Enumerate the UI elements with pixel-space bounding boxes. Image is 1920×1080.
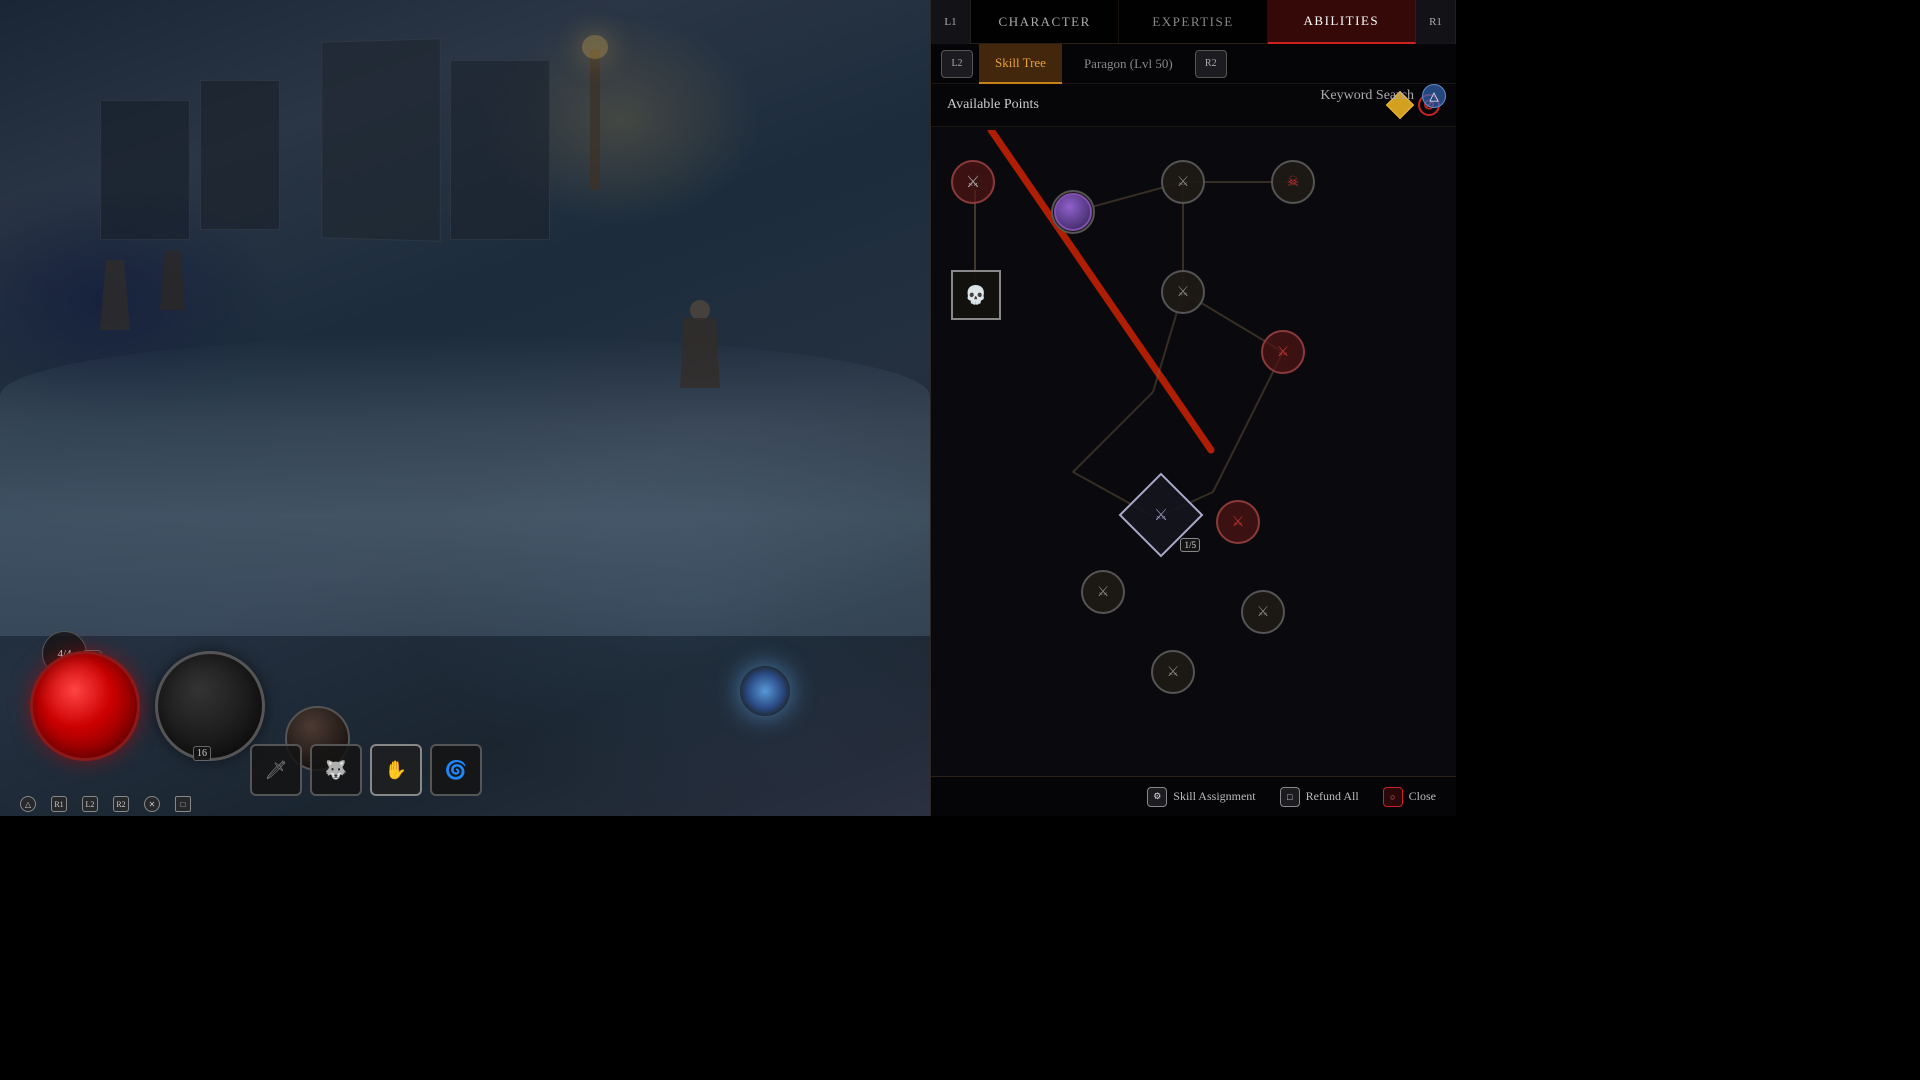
available-points-label: Available Points <box>947 97 1382 113</box>
top-nav: L1 CHARACTER EXPERTISE ABILITIES R1 <box>931 0 1456 44</box>
keyword-search-label: Keyword Search <box>1320 88 1414 104</box>
tab-character[interactable]: CHARACTER <box>971 0 1119 44</box>
sub-tab-paragon[interactable]: Paragon (Lvl 50) <box>1068 56 1189 72</box>
refund-all-btn: □ <box>1280 787 1300 807</box>
bottom-bar: ⚙ Skill Assignment □ Refund All ○ Close <box>931 776 1456 816</box>
node-1-icon: ⚔ <box>966 172 980 192</box>
skill-node-6[interactable]: ⚔ <box>1161 270 1205 314</box>
lamppost <box>590 50 600 190</box>
search-triangle-icon: △ <box>1429 89 1438 104</box>
sub-badge-l2: L2 <box>941 50 973 78</box>
refund-all-icon: □ <box>1287 792 1292 802</box>
right-panel: L1 CHARACTER EXPERTISE ABILITIES R1 L2 S… <box>930 0 1456 816</box>
npc-figure-1 <box>100 260 130 330</box>
sub-badge-r2: R2 <box>1195 50 1227 78</box>
skill-node-7[interactable]: ⚔ <box>1261 330 1305 374</box>
skill-slot-3[interactable]: ✋ <box>370 744 422 796</box>
skill-node-right-diamond[interactable]: ⚔ <box>1216 500 1260 544</box>
skill-slot-1[interactable]: 🗡 <box>250 744 302 796</box>
close-btn[interactable]: ○ <box>1383 787 1403 807</box>
node-below-right-icon: ⚔ <box>1257 604 1270 621</box>
nav-badge-l1: L1 <box>931 0 971 44</box>
node-6-icon: ⚔ <box>1177 284 1190 301</box>
button-prompts: △ R1 L2 R2 ✕ □ <box>0 792 580 816</box>
refund-all-label: Refund All <box>1306 789 1359 804</box>
node-below-left-icon: ⚔ <box>1097 584 1110 601</box>
keyword-search[interactable]: Keyword Search △ <box>1320 84 1446 108</box>
building-2 <box>200 80 280 230</box>
death-blow-node[interactable]: 💀 <box>951 270 1001 320</box>
player-character <box>670 300 730 400</box>
level-badge: 16 <box>193 746 211 761</box>
keyword-search-icon: △ <box>1422 84 1446 108</box>
skill-assignment-action[interactable]: ⚙ Skill Assignment <box>1147 787 1255 807</box>
skill-node-5[interactable]: ☠ <box>1271 160 1315 204</box>
skill-node-1[interactable]: ⚔ <box>951 160 995 204</box>
diamond-content: ⚔ <box>1154 505 1168 525</box>
skill-assignment-icon: ⚙ <box>1153 791 1161 802</box>
resource-orb <box>155 651 265 761</box>
game-world: 4/4 L1 16 🗡 🐺 ✋ 🌀 △ R1 L2 R2 ✕ □ <box>0 0 930 816</box>
node-4-icon: ⚔ <box>1177 174 1190 191</box>
building-4 <box>100 100 190 240</box>
skill-node-bottom[interactable]: ⚔ <box>1151 650 1195 694</box>
skill-node-2[interactable] <box>1051 190 1095 234</box>
building-3 <box>450 60 550 240</box>
skill-bar: 🗡 🐺 ✋ 🌀 <box>250 744 482 796</box>
node-2-orb <box>1054 193 1092 231</box>
sub-tab-skilltree[interactable]: Skill Tree <box>979 44 1062 84</box>
close-label: Close <box>1409 789 1436 804</box>
skill-assignment-btn: ⚙ <box>1147 787 1167 807</box>
skill-slot-4[interactable]: 🌀 <box>430 744 482 796</box>
lamp-glow <box>582 35 608 59</box>
close-action[interactable]: ○ Close <box>1383 787 1436 807</box>
prompt-l2: L2 <box>82 796 98 812</box>
npc-figure-2 <box>160 250 185 310</box>
hud-bottom-left: 4/4 L1 16 🗡 🐺 ✋ 🌀 △ R1 L2 R2 ✕ □ <box>0 636 580 816</box>
prompt-r2: R2 <box>113 796 129 812</box>
node-5-icon: ☠ <box>1287 174 1300 191</box>
sub-nav: L2 Skill Tree Paragon (Lvl 50) R2 <box>931 44 1456 84</box>
refund-all-action[interactable]: □ Refund All <box>1280 787 1359 807</box>
node-right-diamond-icon: ⚔ <box>1232 514 1245 531</box>
prompt-square: □ <box>175 796 191 812</box>
skill-slot-2[interactable]: 🐺 <box>310 744 362 796</box>
prompt-cross: ✕ <box>144 796 160 812</box>
main-diamond-node[interactable]: ⚔ 1/5 <box>1126 480 1196 550</box>
skill-assignment-label: Skill Assignment <box>1173 789 1255 804</box>
skill-node-below-left[interactable]: ⚔ <box>1081 570 1125 614</box>
skill-tree-area: ⚔ 💀 ⚔ ☠ ⚔ ⚔ ⚔ 1/5 <box>931 130 1456 776</box>
close-icon: ○ <box>1390 792 1395 802</box>
death-blow-icon: 💀 <box>965 285 987 306</box>
health-orb <box>30 651 140 761</box>
main-node-rank-badge: 1/5 <box>1180 538 1200 552</box>
tab-abilities[interactable]: ABILITIES <box>1268 0 1416 44</box>
node-7-icon: ⚔ <box>1277 344 1290 361</box>
tab-expertise[interactable]: EXPERTISE <box>1119 0 1267 44</box>
node-bottom-icon: ⚔ <box>1167 664 1180 681</box>
nav-badge-r1: R1 <box>1416 0 1456 44</box>
skill-node-below-right[interactable]: ⚔ <box>1241 590 1285 634</box>
skill-node-4[interactable]: ⚔ <box>1161 160 1205 204</box>
snow-ground <box>0 336 930 636</box>
building-1 <box>321 38 441 242</box>
prompt-r1: R1 <box>51 796 67 812</box>
ground-portal <box>740 666 790 716</box>
prompt-triangle: △ <box>20 796 36 812</box>
